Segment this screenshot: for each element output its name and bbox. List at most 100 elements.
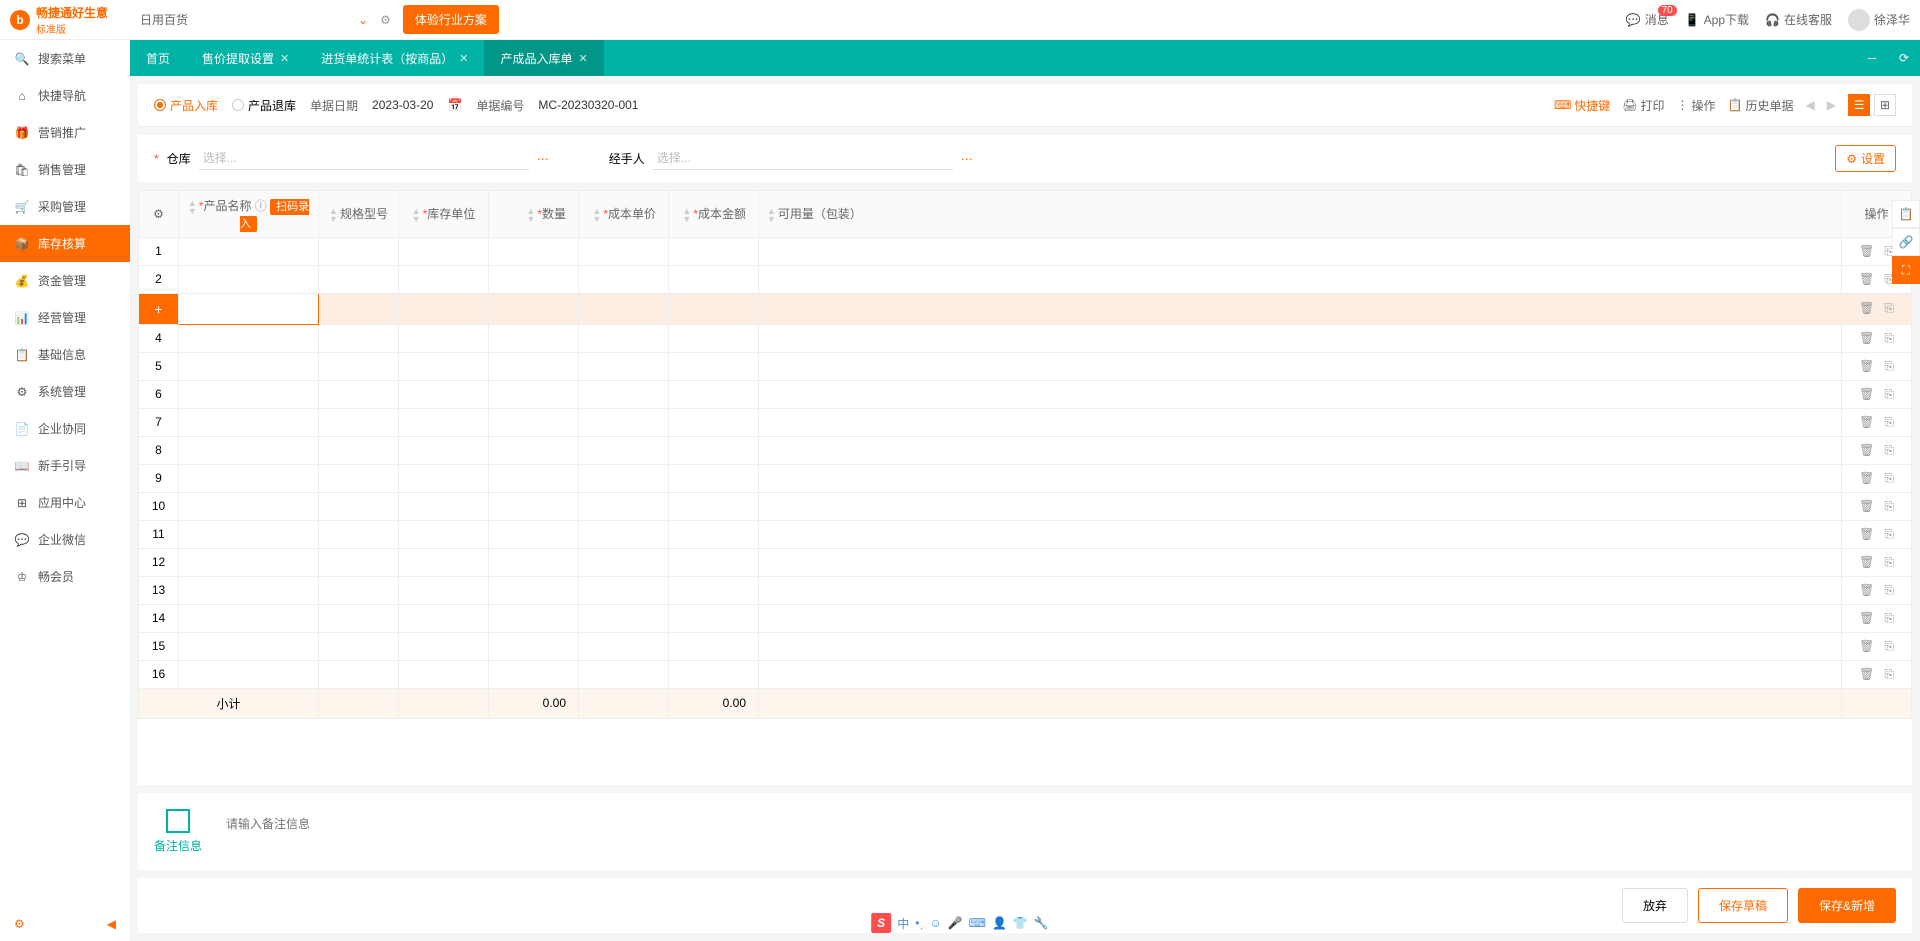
sidebar-item-3[interactable]: 🛍销售管理	[0, 151, 130, 188]
ime-icon-4[interactable]: ⌨	[969, 916, 986, 930]
cell-qty[interactable]	[489, 492, 579, 520]
float-btn-2[interactable]: 🔗	[1892, 228, 1920, 256]
shortcut-button[interactable]: ⌨ 快捷键	[1554, 97, 1610, 114]
delete-icon[interactable]: 🗑	[1859, 443, 1874, 458]
cell-name[interactable]	[179, 408, 319, 436]
cell-name[interactable]	[179, 237, 319, 265]
table-row[interactable]: +🗑⎘	[139, 293, 1912, 324]
table-row[interactable]: 12🗑⎘	[139, 548, 1912, 576]
cell-name[interactable]	[179, 436, 319, 464]
cell-name[interactable]	[179, 660, 319, 688]
copy-icon[interactable]: ⎘	[1884, 639, 1894, 654]
col-product-name[interactable]: ▲▼*产品名称 ⓘ 扫码录入	[179, 191, 319, 238]
cell-price[interactable]	[579, 408, 669, 436]
table-row[interactable]: 1🗑⎘	[139, 237, 1912, 265]
cell-name[interactable]	[179, 464, 319, 492]
cell-spec[interactable]	[319, 352, 399, 380]
cell-available[interactable]	[759, 548, 1842, 576]
copy-icon[interactable]: ⎘	[1884, 443, 1894, 458]
refresh-button[interactable]: ⟳	[1888, 40, 1920, 76]
tab-0[interactable]: 首页	[130, 40, 186, 76]
print-button[interactable]: 🖨 打印	[1622, 97, 1664, 114]
cell-price[interactable]	[579, 237, 669, 265]
cell-qty[interactable]	[489, 520, 579, 548]
radio-product-out[interactable]: 产品退库	[232, 97, 296, 114]
cell-amount[interactable]	[669, 576, 759, 604]
gear-icon[interactable]: ⚙	[380, 13, 391, 27]
minimize-button[interactable]: ─	[1856, 40, 1888, 76]
cell-amount[interactable]	[669, 436, 759, 464]
cell-unit[interactable]	[399, 520, 489, 548]
cell-spec[interactable]	[319, 660, 399, 688]
col-spec[interactable]: ▲▼规格型号	[319, 191, 399, 238]
cell-unit[interactable]	[399, 492, 489, 520]
cell-available[interactable]	[759, 492, 1842, 520]
ime-icon-7[interactable]: 🔧	[1034, 916, 1049, 930]
cell-unit[interactable]	[399, 293, 489, 324]
sidebar-item-4[interactable]: 🛒采购管理	[0, 188, 130, 225]
cell-unit[interactable]	[399, 548, 489, 576]
cell-qty[interactable]	[489, 464, 579, 492]
cell-name[interactable]	[179, 324, 319, 352]
date-value[interactable]: 2023-03-20	[372, 98, 433, 112]
cell-amount[interactable]	[669, 237, 759, 265]
cell-available[interactable]	[759, 464, 1842, 492]
tab-2[interactable]: 进货单统计表（按商品）✕	[305, 40, 484, 76]
cell-unit[interactable]	[399, 660, 489, 688]
settings-button[interactable]: ⚙ 设置	[1835, 145, 1896, 172]
discard-button[interactable]: 放弃	[1622, 888, 1688, 923]
col-available[interactable]: ▲▼可用量（包装）	[759, 191, 1842, 238]
cell-available[interactable]	[759, 604, 1842, 632]
table-row[interactable]: 9🗑⎘	[139, 464, 1912, 492]
cell-available[interactable]	[759, 324, 1842, 352]
delete-icon[interactable]: 🗑	[1859, 639, 1874, 654]
history-button[interactable]: 📋 历史单据	[1728, 97, 1794, 114]
delete-icon[interactable]: 🗑	[1859, 583, 1874, 598]
cell-amount[interactable]	[669, 293, 759, 324]
table-row[interactable]: 14🗑⎘	[139, 604, 1912, 632]
cell-qty[interactable]	[489, 408, 579, 436]
float-btn-3[interactable]: ⛶	[1892, 256, 1920, 284]
cell-spec[interactable]	[319, 492, 399, 520]
cell-available[interactable]	[759, 293, 1842, 324]
cell-unit[interactable]	[399, 632, 489, 660]
cell-spec[interactable]	[319, 237, 399, 265]
sidebar-item-7[interactable]: 📊经营管理	[0, 299, 130, 336]
experience-button[interactable]: 体验行业方案	[403, 5, 499, 34]
cell-amount[interactable]	[669, 324, 759, 352]
handler-input[interactable]	[653, 147, 953, 170]
table-row[interactable]: 4🗑⎘	[139, 324, 1912, 352]
cell-available[interactable]	[759, 237, 1842, 265]
cell-spec[interactable]	[319, 408, 399, 436]
cell-spec[interactable]	[319, 324, 399, 352]
float-btn-1[interactable]: 📋	[1892, 200, 1920, 228]
save-draft-button[interactable]: 保存草稿	[1698, 888, 1788, 923]
cell-qty[interactable]	[489, 265, 579, 293]
cell-price[interactable]	[579, 492, 669, 520]
next-icon[interactable]: ▶	[1827, 98, 1836, 112]
cell-price[interactable]	[579, 548, 669, 576]
cell-spec[interactable]	[319, 604, 399, 632]
cell-name[interactable]	[179, 632, 319, 660]
cell-amount[interactable]	[669, 492, 759, 520]
table-row[interactable]: 2🗑⎘	[139, 265, 1912, 293]
table-row[interactable]: 8🗑⎘	[139, 436, 1912, 464]
cell-available[interactable]	[759, 265, 1842, 293]
cell-unit[interactable]	[399, 237, 489, 265]
sidebar-item-10[interactable]: 📄企业协同	[0, 410, 130, 447]
cell-available[interactable]	[759, 632, 1842, 660]
ime-icon-6[interactable]: 👕	[1013, 916, 1028, 930]
cell-unit[interactable]	[399, 436, 489, 464]
delete-icon[interactable]: 🗑	[1859, 471, 1874, 486]
cell-price[interactable]	[579, 293, 669, 324]
table-row[interactable]: 10🗑⎘	[139, 492, 1912, 520]
cell-qty[interactable]	[489, 604, 579, 632]
copy-icon[interactable]: ⎘	[1884, 415, 1894, 430]
copy-icon[interactable]: ⎘	[1884, 499, 1894, 514]
cell-spec[interactable]	[319, 293, 399, 324]
cell-spec[interactable]	[319, 265, 399, 293]
sidebar-item-5[interactable]: 📦库存核算	[0, 225, 130, 262]
cell-price[interactable]	[579, 520, 669, 548]
cell-name[interactable]	[179, 576, 319, 604]
cell-name[interactable]	[179, 293, 319, 324]
